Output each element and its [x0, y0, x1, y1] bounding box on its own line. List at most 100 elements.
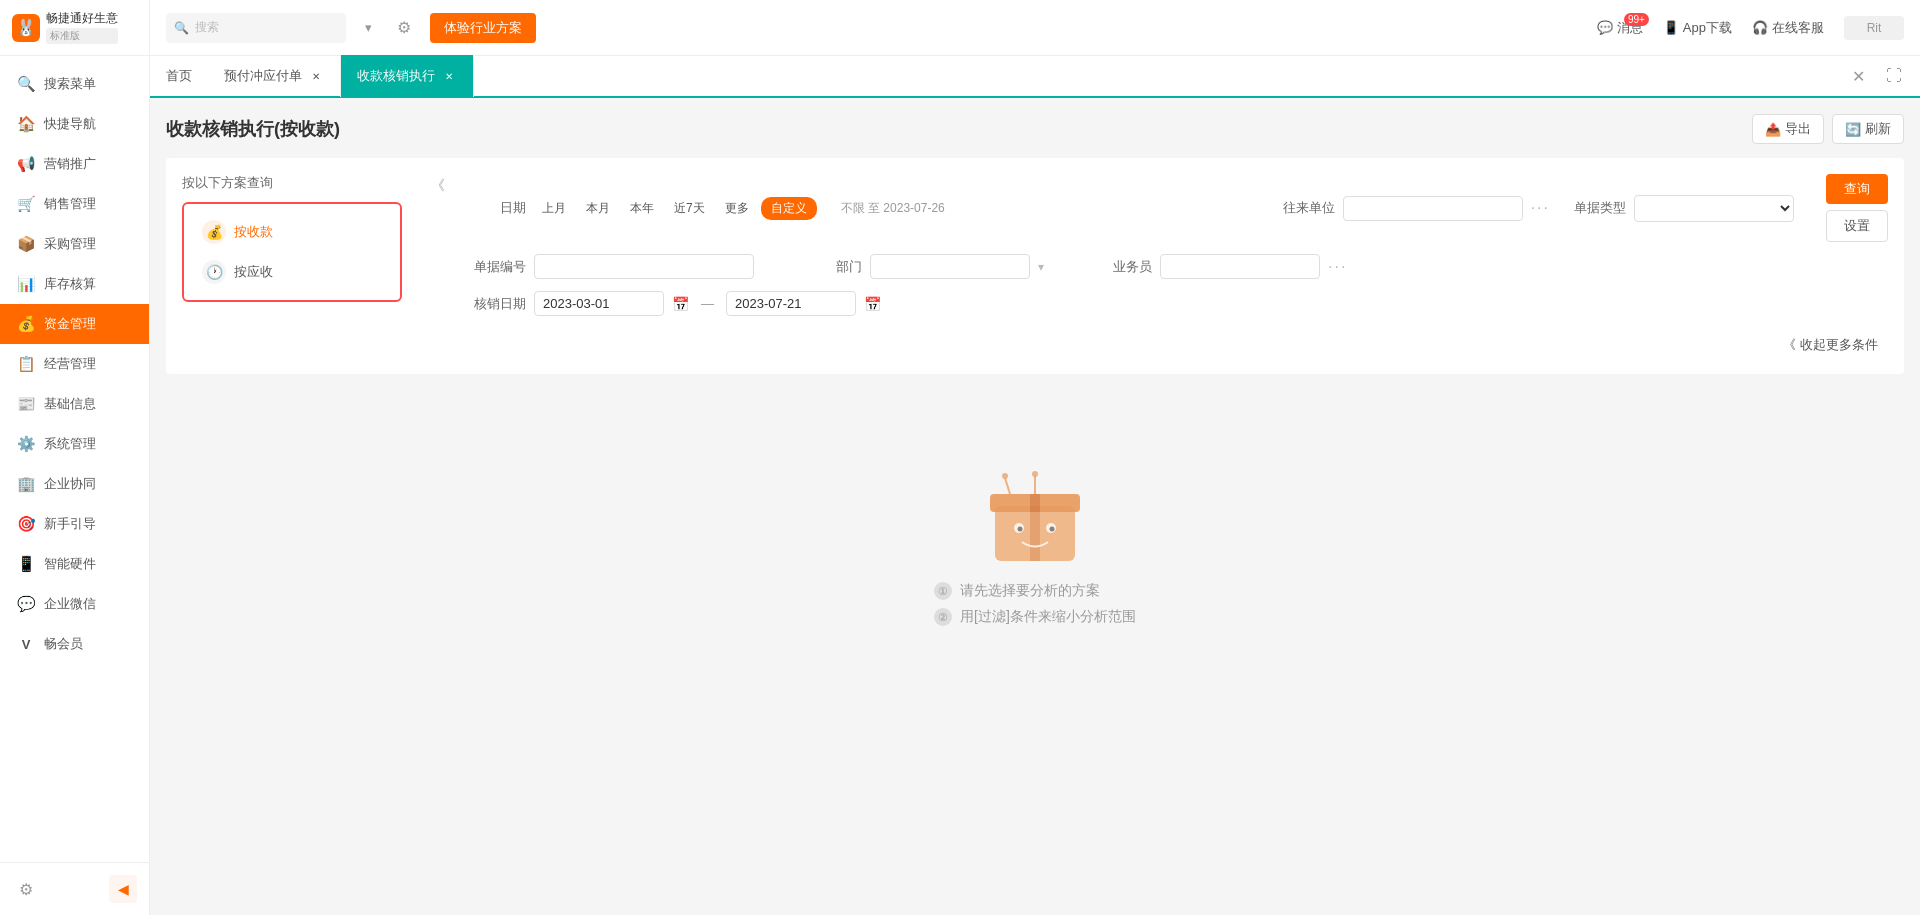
sidebar-item-marketing[interactable]: 📢 营销推广 — [0, 144, 149, 184]
filter-field-department: 部门 ▾ — [802, 254, 1044, 279]
empty-hint-texts: ① 请先选择要分析的方案 ② 用[过滤]条件来缩小分析范围 — [934, 582, 1136, 626]
date-opt-more[interactable]: 更多 — [717, 197, 757, 220]
salesperson-dots[interactable]: ··· — [1328, 258, 1347, 276]
tab-prepay[interactable]: 预付冲应付单 ✕ — [208, 55, 341, 97]
sidebar-item-system[interactable]: ⚙️ 系统管理 — [0, 424, 149, 464]
filter-option-by-receivable[interactable]: 🕐 按应收 — [192, 252, 392, 292]
operation-icon: 📋 — [16, 354, 36, 374]
tab-receipt[interactable]: 收款核销执行 ✕ — [341, 55, 474, 97]
sidebar-item-operation[interactable]: 📋 经营管理 — [0, 344, 149, 384]
message-button[interactable]: 💬 消息 99+ — [1597, 19, 1643, 37]
doc-number-input[interactable] — [534, 254, 754, 279]
empty-svg — [975, 466, 1095, 566]
collapse-more-row: 《 收起更多条件 — [466, 332, 1888, 358]
inventory-icon: 📊 — [16, 274, 36, 294]
user-profile[interactable]: Rit — [1844, 16, 1904, 40]
verify-date-start-input[interactable] — [534, 291, 664, 316]
verify-date-start-calendar-icon[interactable]: 📅 — [672, 296, 689, 312]
topbar-dropdown-icon[interactable]: ▾ — [358, 18, 378, 38]
sidebar-item-inventory[interactable]: 📊 库存核算 — [0, 264, 149, 304]
setting-button[interactable]: 设置 — [1826, 210, 1888, 242]
verify-date-end-input[interactable] — [726, 291, 856, 316]
sidebar-item-wechat[interactable]: 💬 企业微信 — [0, 584, 149, 624]
tab-receipt-close[interactable]: ✕ — [441, 68, 457, 84]
date-opt-prev-month[interactable]: 上月 — [534, 197, 574, 220]
sidebar-item-guide[interactable]: 🎯 新手引导 — [0, 504, 149, 544]
sidebar-label-marketing: 营销推广 — [44, 155, 96, 173]
sidebar-collapse-button[interactable]: ◀ — [109, 875, 137, 903]
tab-expand-button[interactable]: ⛶ — [1880, 62, 1908, 90]
date-opt-custom[interactable]: 自定义 — [761, 197, 817, 220]
sidebar-label-search: 搜索菜单 — [44, 75, 96, 93]
refresh-button[interactable]: 🔄 刷新 — [1832, 114, 1904, 144]
solution-button[interactable]: 体验行业方案 — [430, 13, 536, 43]
topbar-gear-button[interactable]: ⚙ — [390, 14, 418, 42]
sidebar-item-search[interactable]: 🔍 搜索菜单 — [0, 64, 149, 104]
app-download-button[interactable]: 📱 App下载 — [1663, 19, 1732, 37]
sidebar-label-wechat: 企业微信 — [44, 595, 96, 613]
sidebar-label-guide: 新手引导 — [44, 515, 96, 533]
export-label: 导出 — [1785, 120, 1811, 138]
message-icon: 💬 — [1597, 20, 1613, 35]
topbar-right: 💬 消息 99+ 📱 App下载 🎧 在线客服 Rit — [1597, 16, 1904, 40]
online-service-button[interactable]: 🎧 在线客服 — [1752, 19, 1824, 37]
doc-type-select[interactable] — [1634, 195, 1794, 222]
sidebar-label-basicinfo: 基础信息 — [44, 395, 96, 413]
salesperson-input[interactable] — [1160, 254, 1320, 279]
svg-point-6 — [1018, 527, 1023, 532]
sidebar-item-hardware[interactable]: 📱 智能硬件 — [0, 544, 149, 584]
department-input[interactable] — [870, 254, 1030, 279]
counterparty-input[interactable] — [1343, 196, 1523, 221]
verify-date-label: 核销日期 — [466, 295, 526, 313]
wechat-icon: 💬 — [16, 594, 36, 614]
date-opt-this-month[interactable]: 本月 — [578, 197, 618, 220]
query-button[interactable]: 查询 — [1826, 174, 1888, 204]
sales-icon: 🛒 — [16, 194, 36, 214]
service-label: 在线客服 — [1772, 19, 1824, 37]
svg-point-11 — [1032, 471, 1038, 477]
export-icon: 📤 — [1765, 122, 1781, 137]
counterparty-dots[interactable]: ··· — [1531, 199, 1550, 217]
date-opt-this-year[interactable]: 本年 — [622, 197, 662, 220]
sidebar-label-enterprise: 企业协同 — [44, 475, 96, 493]
tabbar-right-actions: ✕ ⛶ — [1844, 62, 1920, 90]
date-opt-7days[interactable]: 近7天 — [666, 197, 713, 220]
sidebar: 🐰 畅捷通好生意 标准版 🔍 搜索菜单 🏠 快捷导航 📢 营销推广 🛒 销售管理… — [0, 0, 150, 915]
verify-date-end-calendar-icon[interactable]: 📅 — [864, 296, 881, 312]
doc-type-label: 单据类型 — [1566, 199, 1626, 217]
sidebar-logo: 🐰 畅捷通好生意 标准版 — [0, 0, 149, 56]
sidebar-bottom: ⚙ ◀ — [0, 862, 149, 915]
sidebar-item-basicinfo[interactable]: 📰 基础信息 — [0, 384, 149, 424]
export-button[interactable]: 📤 导出 — [1752, 114, 1824, 144]
filter-collapse-button[interactable]: 《 — [426, 174, 450, 198]
enterprise-icon: 🏢 — [16, 474, 36, 494]
app-tag: 标准版 — [46, 28, 118, 44]
sidebar-item-member[interactable]: V 畅会员 — [0, 624, 149, 664]
refresh-label: 刷新 — [1865, 120, 1891, 138]
sidebar-item-finance[interactable]: 💰 资金管理 — [0, 304, 149, 344]
tab-receipt-label: 收款核销执行 — [357, 67, 435, 85]
sidebar-item-quicknav[interactable]: 🏠 快捷导航 — [0, 104, 149, 144]
sidebar-label-inventory: 库存核算 — [44, 275, 96, 293]
marketing-icon: 📢 — [16, 154, 36, 174]
sidebar-item-enterprise[interactable]: 🏢 企业协同 — [0, 464, 149, 504]
search-placeholder-text: 搜索 — [195, 19, 219, 36]
date-range-info: 不限 至 2023-07-26 — [841, 200, 945, 217]
sidebar-item-sales[interactable]: 🛒 销售管理 — [0, 184, 149, 224]
sidebar-settings-button[interactable]: ⚙ — [12, 875, 40, 903]
department-dropdown-icon[interactable]: ▾ — [1038, 260, 1044, 274]
collapse-more-button[interactable]: 《 收起更多条件 — [1773, 332, 1888, 358]
tab-close-all-button[interactable]: ✕ — [1844, 62, 1872, 90]
tab-prepay-close[interactable]: ✕ — [308, 68, 324, 84]
topbar-search-box[interactable]: 🔍 搜索 — [166, 13, 346, 43]
filter-option-by-receipt[interactable]: 💰 按收款 — [192, 212, 392, 252]
tabbar: 首页 预付冲应付单 ✕ 收款核销执行 ✕ ✕ ⛶ — [150, 56, 1920, 98]
sidebar-label-operation: 经营管理 — [44, 355, 96, 373]
app-logo-icon: 🐰 — [12, 14, 40, 42]
sidebar-item-purchase[interactable]: 📦 采购管理 — [0, 224, 149, 264]
tab-home[interactable]: 首页 — [150, 55, 208, 97]
filter-row-2: 单据编号 部门 ▾ 业务员 ··· — [466, 254, 1888, 279]
by-receivable-icon: 🕐 — [202, 260, 226, 284]
counterparty-label: 往来单位 — [1275, 199, 1335, 217]
page-actions: 📤 导出 🔄 刷新 — [1752, 114, 1904, 144]
